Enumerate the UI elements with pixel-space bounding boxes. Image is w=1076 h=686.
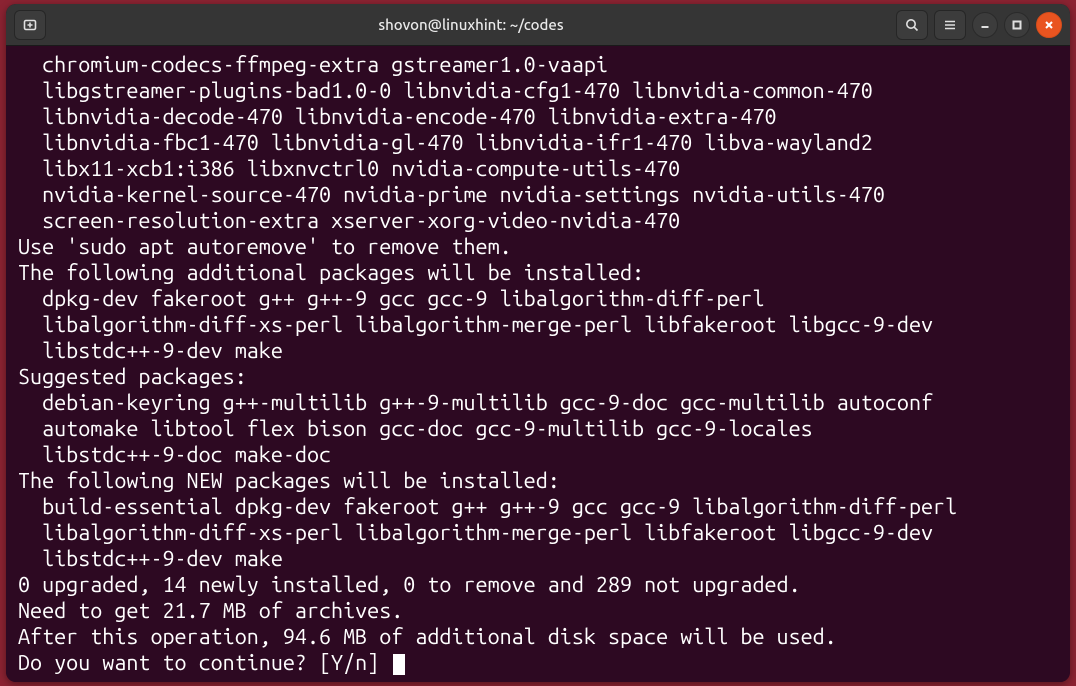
search-button[interactable] — [896, 10, 928, 40]
cursor — [393, 654, 405, 676]
output-line: libnvidia-fbc1-470 libnvidia-gl-470 libn… — [18, 130, 1058, 156]
output-line: Use 'sudo apt autoremove' to remove them… — [18, 234, 1058, 260]
terminal-window: shovon@linuxhint: ~/codes — [6, 4, 1070, 682]
minimize-icon — [980, 20, 990, 30]
titlebar: shovon@linuxhint: ~/codes — [6, 4, 1070, 46]
output-line: libgstreamer-plugins-bad1.0-0 libnvidia-… — [18, 78, 1058, 104]
search-icon — [904, 17, 920, 33]
output-line: screen-resolution-extra xserver-xorg-vid… — [18, 208, 1058, 234]
output-line: libalgorithm-diff-xs-perl libalgorithm-m… — [18, 520, 1058, 546]
output-line: nvidia-kernel-source-470 nvidia-prime nv… — [18, 182, 1058, 208]
close-button[interactable] — [1036, 12, 1062, 38]
output-line: After this operation, 94.6 MB of additio… — [18, 624, 1058, 650]
output-line: chromium-codecs-ffmpeg-extra gstreamer1.… — [18, 52, 1058, 78]
output-line: libnvidia-decode-470 libnvidia-encode-47… — [18, 104, 1058, 130]
output-line: Need to get 21.7 MB of archives. — [18, 598, 1058, 624]
output-line: libx11-xcb1:i386 libxnvctrl0 nvidia-comp… — [18, 156, 1058, 182]
window-title: shovon@linuxhint: ~/codes — [46, 16, 896, 33]
output-line: libstdc++-9-doc make-doc — [18, 442, 1058, 468]
output-line: libstdc++-9-dev make — [18, 546, 1058, 572]
output-line: 0 upgraded, 14 newly installed, 0 to rem… — [18, 572, 1058, 598]
new-tab-icon — [22, 17, 38, 33]
output-line: build-essential dpkg-dev fakeroot g++ g+… — [18, 494, 1058, 520]
output-line: dpkg-dev fakeroot g++ g++-9 gcc gcc-9 li… — [18, 286, 1058, 312]
output-line: libstdc++-9-dev make — [18, 338, 1058, 364]
output-line: automake libtool flex bison gcc-doc gcc-… — [18, 416, 1058, 442]
prompt-text: Do you want to continue? [Y/n] — [18, 651, 391, 675]
hamburger-icon — [942, 17, 958, 33]
output-line: The following NEW packages will be insta… — [18, 468, 1058, 494]
output-line: The following additional packages will b… — [18, 260, 1058, 286]
terminal-output[interactable]: chromium-codecs-ffmpeg-extra gstreamer1.… — [6, 46, 1070, 682]
prompt-line: Do you want to continue? [Y/n] — [18, 650, 1058, 676]
maximize-icon — [1012, 20, 1022, 30]
menu-button[interactable] — [934, 10, 966, 40]
minimize-button[interactable] — [972, 12, 998, 38]
output-line: debian-keyring g++-multilib g++-9-multil… — [18, 390, 1058, 416]
maximize-button[interactable] — [1004, 12, 1030, 38]
output-line: Suggested packages: — [18, 364, 1058, 390]
new-tab-button[interactable] — [14, 10, 46, 40]
close-icon — [1044, 20, 1054, 30]
output-line: libalgorithm-diff-xs-perl libalgorithm-m… — [18, 312, 1058, 338]
